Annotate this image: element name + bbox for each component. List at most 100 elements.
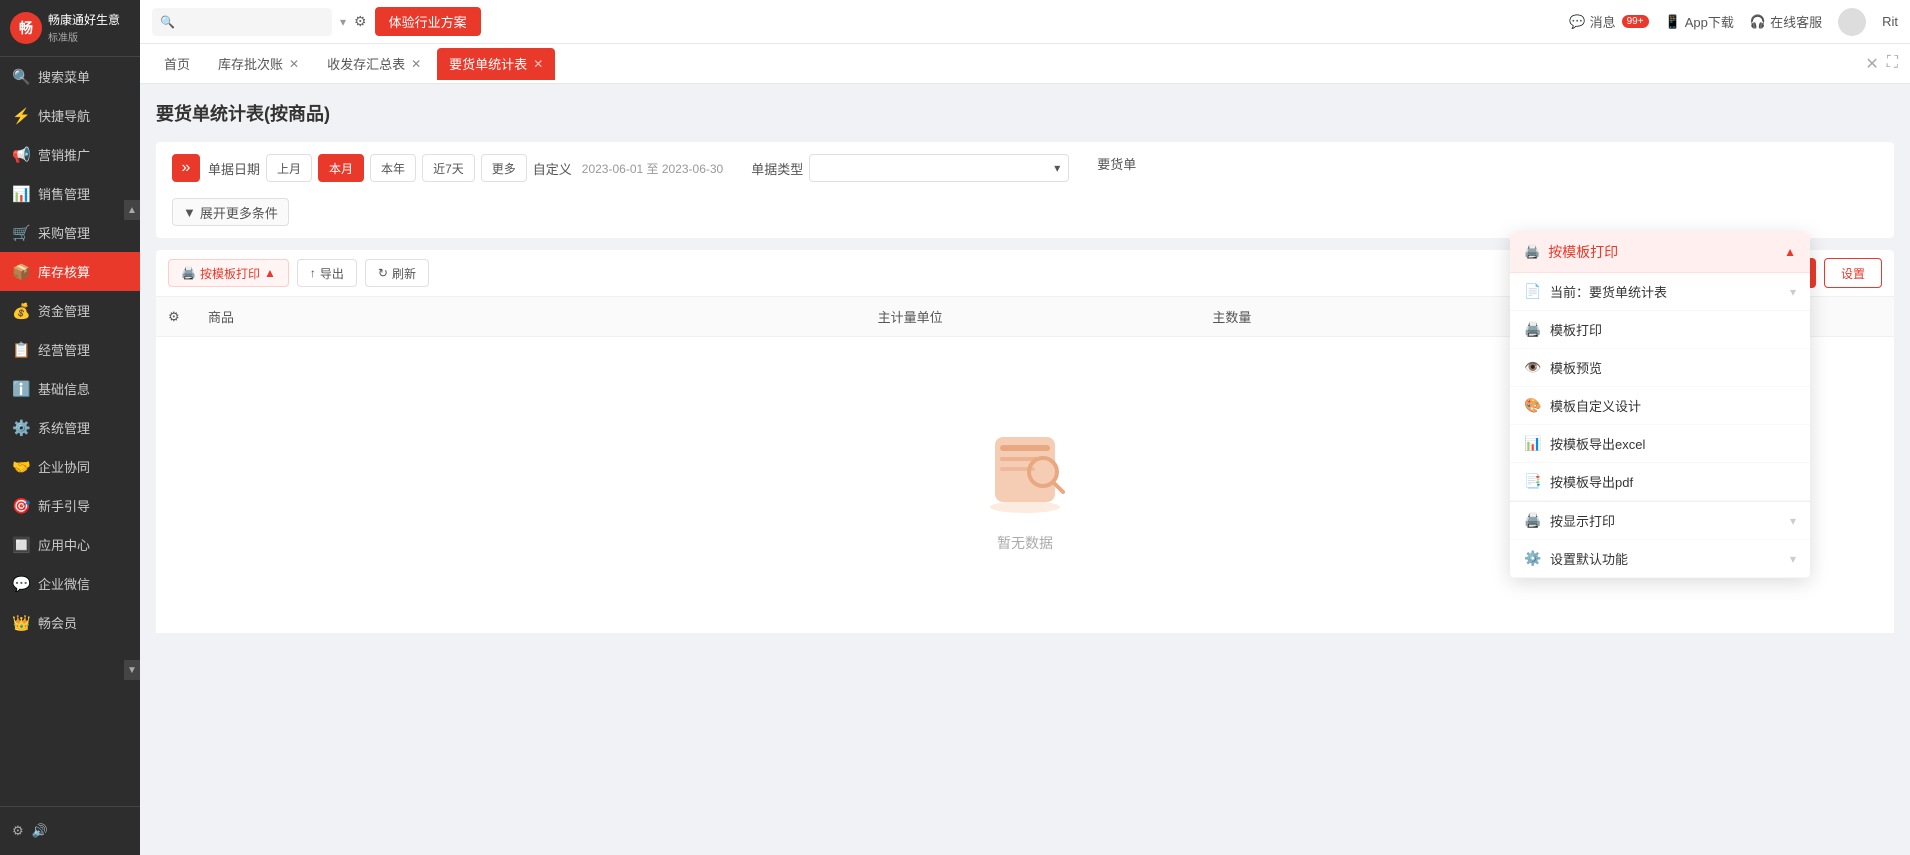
dropdown-title: 按模板打印: [1548, 242, 1784, 262]
date-btn-this-month[interactable]: 本月: [318, 154, 364, 182]
tab-inventory-batch-label: 库存批次账: [218, 54, 283, 73]
refresh-label: 刷新: [392, 265, 416, 282]
tab-order-stats[interactable]: 要货单统计表 ✕: [437, 48, 555, 80]
sidebar-item-collab[interactable]: 🤝 企业协同: [0, 447, 140, 486]
apps-icon: 🔲: [12, 536, 30, 554]
app-download-btn[interactable]: 📱 App下载: [1665, 12, 1734, 31]
settings-btn[interactable]: 设置: [1824, 258, 1882, 288]
messages-btn[interactable]: 💬 消息 99+: [1569, 12, 1648, 31]
sidebar-quicknav-label: 快捷导航: [38, 106, 90, 125]
sidebar-item-basic[interactable]: ℹ️ 基础信息: [0, 369, 140, 408]
sidebar-item-guide[interactable]: 🎯 新手引导: [0, 486, 140, 525]
filter-bar: » 单据日期 上月 本月 本年 近7天 更多 自定义 2023-06-01 至 …: [156, 142, 1894, 238]
system-icon: ⚙️: [12, 419, 30, 437]
refresh-btn[interactable]: ↻ 刷新: [365, 259, 429, 287]
tab-expand-btn[interactable]: ⛶: [1887, 54, 1898, 74]
th-qty: 主数量: [1212, 307, 1547, 326]
dropdown-item-template-pdf[interactable]: 📑 按模板导出pdf: [1510, 463, 1810, 501]
logo-icon: 畅: [10, 12, 42, 44]
print-icon: 🖨️: [181, 266, 196, 280]
app-download-label: App下载: [1685, 12, 1734, 31]
print-label: 按模板打印: [200, 265, 260, 282]
search-icon: 🔍: [12, 68, 30, 86]
dropdown-item-current[interactable]: 📄 当前：要货单统计表 ▾: [1510, 273, 1810, 311]
search-icon: 🔍: [160, 15, 175, 29]
tabs-bar: 首页 库存批次账 ✕ 收发存汇总表 ✕ 要货单统计表 ✕ ✕ ⛶: [140, 44, 1910, 84]
sidebar-item-apps[interactable]: 🔲 应用中心: [0, 525, 140, 564]
sidebar-apps-label: 应用中心: [38, 535, 90, 554]
print-btn[interactable]: 🖨️ 按模板打印 ▲: [168, 259, 289, 287]
expand-label: 展开更多条件: [200, 203, 278, 222]
topbar-search[interactable]: 🔍: [152, 8, 332, 36]
sidebar-item-system[interactable]: ⚙️ 系统管理: [0, 408, 140, 447]
sidebar-bottom: ⚙ 🔊: [0, 806, 140, 855]
tab-receivable[interactable]: 收发存汇总表 ✕: [315, 48, 433, 80]
sidebar-item-quicknav[interactable]: ⚡ 快捷导航: [0, 96, 140, 135]
print-dropdown: 🖨️ 按模板打印 ▲ 📄 当前：要货单统计表 ▾ 🖨️ 模板打印 👁️ 模板预览…: [1510, 232, 1810, 578]
sidebar-scroll-up[interactable]: ▲: [124, 200, 140, 220]
dropdown-collapse-icon[interactable]: ▲: [1784, 245, 1796, 259]
dropdown-item-template-excel[interactable]: 📊 按模板导出excel: [1510, 425, 1810, 463]
template-pdf-label: 按模板导出pdf: [1550, 472, 1796, 491]
date-btn-more[interactable]: 更多: [481, 154, 527, 182]
date-btn-7days[interactable]: 近7天: [422, 154, 475, 182]
date-btn-last-month[interactable]: 上月: [266, 154, 312, 182]
tab-order-stats-label: 要货单统计表: [449, 54, 527, 73]
dropdown-header[interactable]: 🖨️ 按模板打印 ▲: [1510, 232, 1810, 273]
tab-inventory-batch[interactable]: 库存批次账 ✕: [206, 48, 311, 80]
sidebar-item-search[interactable]: 🔍 搜索菜单: [0, 57, 140, 96]
sidebar-item-wechat[interactable]: 💬 企业微信: [0, 564, 140, 603]
sidebar-settings-btn[interactable]: ⚙ 🔊: [0, 815, 140, 847]
sidebar-item-finance[interactable]: 💰 资金管理: [0, 291, 140, 330]
topbar: 🔍 ▾ ⚙ 体验行业方案 💬 消息 99+ 📱 App下载 🎧 在线客服 Rit: [140, 0, 1910, 44]
tab-inventory-batch-close[interactable]: ✕: [289, 57, 299, 71]
filter-expand-btn[interactable]: »: [172, 154, 200, 182]
tab-home-label: 首页: [164, 54, 190, 73]
topbar-chevron-icon[interactable]: ▾: [340, 15, 346, 29]
tab-home[interactable]: 首页: [152, 48, 202, 80]
dropdown-item-display-print[interactable]: 🖨️ 按显示打印 ▾: [1510, 502, 1810, 540]
type-select[interactable]: ▾: [809, 154, 1069, 182]
dropdown-item-template-print[interactable]: 🖨️ 模板打印: [1510, 311, 1810, 349]
expand-more-btn[interactable]: ▼ 展开更多条件: [172, 198, 289, 226]
dropdown-item-template-custom[interactable]: 🎨 模板自定义设计: [1510, 387, 1810, 425]
date-btn-this-year[interactable]: 本年: [370, 154, 416, 182]
online-service-btn[interactable]: 🎧 在线客服: [1750, 12, 1822, 31]
extra-filter-group: 要货单: [1097, 154, 1136, 173]
user-avatar[interactable]: [1838, 8, 1866, 36]
sidebar-item-sales[interactable]: 📊 销售管理: [0, 174, 140, 213]
finance-icon: 💰: [12, 302, 30, 320]
print-header-icon: 🖨️: [1524, 244, 1540, 260]
quicknav-icon: ⚡: [12, 107, 30, 125]
th-unit: 主计量单位: [878, 307, 1213, 326]
sidebar-item-operations[interactable]: 📋 经营管理: [0, 330, 140, 369]
sidebar-item-member[interactable]: 👑 畅会员: [0, 603, 140, 642]
collab-icon: 🤝: [12, 458, 30, 476]
page-title: 要货单统计表(按商品): [156, 100, 1894, 126]
current-doc-icon: 📄: [1524, 283, 1540, 300]
settings-bottom-icon: ⚙: [12, 823, 24, 839]
sidebar-item-purchase[interactable]: 🛒 采购管理: [0, 213, 140, 252]
sidebar-item-inventory[interactable]: 📦 库存核算: [0, 252, 140, 291]
topbar-gear-icon[interactable]: ⚙: [354, 13, 367, 30]
sidebar-basic-label: 基础信息: [38, 379, 90, 398]
logo-name: 畅康通好生意: [48, 12, 120, 29]
sidebar-item-marketing[interactable]: 📢 营销推广: [0, 135, 140, 174]
wechat-icon: 💬: [12, 575, 30, 593]
tab-close-btn[interactable]: ✕: [1865, 54, 1878, 74]
display-print-icon: 🖨️: [1524, 512, 1540, 529]
tab-order-stats-close[interactable]: ✕: [533, 57, 543, 71]
marketing-icon: 📢: [12, 146, 30, 164]
th-gear[interactable]: ⚙: [168, 309, 208, 325]
trial-btn[interactable]: 体验行业方案: [375, 7, 481, 36]
audio-bottom-icon: 🔊: [32, 823, 48, 839]
online-service-label: 在线客服: [1770, 12, 1822, 31]
template-print-icon: 🖨️: [1524, 321, 1540, 338]
sidebar-purchase-label: 采购管理: [38, 223, 90, 242]
export-btn[interactable]: ↑ 导出: [297, 259, 357, 287]
dropdown-item-default-func[interactable]: ⚙️ 设置默认功能 ▾: [1510, 540, 1810, 578]
sidebar-scroll-down[interactable]: ▼: [124, 660, 140, 680]
dropdown-item-template-preview[interactable]: 👁️ 模板预览: [1510, 349, 1810, 387]
tab-receivable-close[interactable]: ✕: [411, 57, 421, 71]
default-func-arrow: ▾: [1790, 552, 1796, 566]
